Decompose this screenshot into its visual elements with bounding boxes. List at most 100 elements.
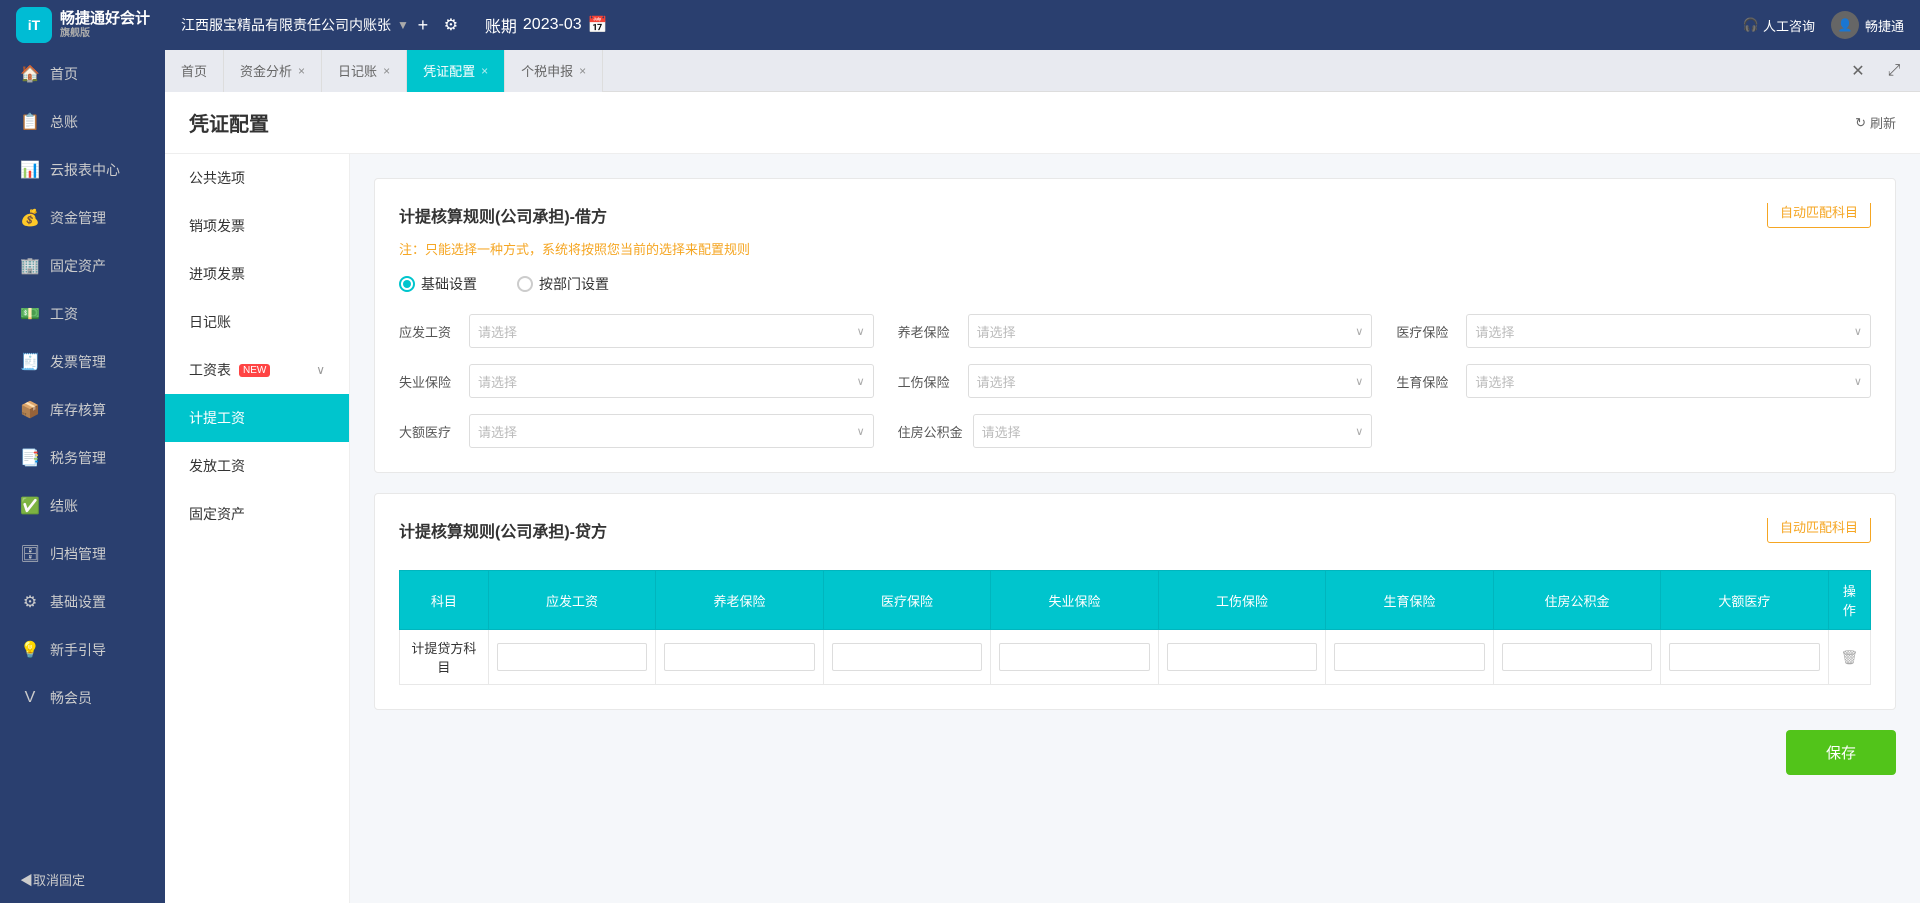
tab-home[interactable]: 首页: [165, 50, 224, 92]
credit-auto-match-button[interactable]: 自动匹配科目: [1767, 518, 1871, 543]
nav-item-fixed-assets[interactable]: 固定资产: [165, 490, 349, 538]
add-tab-button[interactable]: +: [409, 11, 437, 39]
delete-row-button[interactable]: 🗑: [1840, 649, 1858, 665]
refresh-button[interactable]: ↻ 刷新: [1855, 113, 1896, 132]
sidebar-item-settings[interactable]: ⚙ 基础设置: [0, 578, 165, 626]
sidebar-item-assets[interactable]: 🏢 固定资产: [0, 242, 165, 290]
sidebar-item-reports[interactable]: 📊 云报表中心: [0, 146, 165, 194]
input-shengyu[interactable]: [1334, 643, 1484, 671]
user-area[interactable]: 👤 畅捷通: [1831, 11, 1904, 39]
radio-basic-label: 基础设置: [421, 274, 477, 294]
th-shiye: 失业保险: [991, 571, 1158, 630]
td-action: 🗑: [1828, 630, 1870, 685]
company-selector[interactable]: 江西服宝精品有限责任公司内账张 ▼: [181, 15, 409, 35]
sidebar-item-archive[interactable]: 🗄 归档管理: [0, 530, 165, 578]
tab-voucher-close[interactable]: ×: [481, 64, 488, 78]
chevron-down-icon: ∨: [1355, 325, 1363, 338]
select-daeyiliao[interactable]: 请选择 ∨: [469, 414, 874, 448]
input-yanglao[interactable]: [664, 643, 814, 671]
calendar-icon[interactable]: 📅: [588, 15, 608, 35]
sidebar-item-guide[interactable]: 💡 新手引导: [0, 626, 165, 674]
select-yingfa[interactable]: 请选择 ∨: [469, 314, 874, 348]
input-gongshang[interactable]: [1167, 643, 1317, 671]
sidebar-item-ledger[interactable]: 📋 总账: [0, 98, 165, 146]
select-shiye[interactable]: 请选择 ∨: [469, 364, 874, 398]
sidebar-item-inventory[interactable]: 📦 库存核算: [0, 386, 165, 434]
sidebar-item-invoice[interactable]: 🧾 发票管理: [0, 338, 165, 386]
sidebar-item-closing[interactable]: ✅ 结账: [0, 482, 165, 530]
tab-funds-close[interactable]: ×: [298, 64, 305, 78]
sidebar-item-tax[interactable]: 📑 税务管理: [0, 434, 165, 482]
select-gongshang[interactable]: 请选择 ∨: [968, 364, 1373, 398]
nav-label-fixed-assets: 固定资产: [189, 504, 245, 524]
sidebar-label-reports: 云报表中心: [50, 160, 120, 180]
th-subject: 科目: [400, 571, 489, 630]
sidebar-item-funds[interactable]: 💰 资金管理: [0, 194, 165, 242]
sidebar-label-home: 首页: [50, 64, 78, 84]
logo-text: 畅捷通好会计 旗舰版: [60, 10, 150, 40]
tab-funds-label: 资金分析: [240, 61, 292, 80]
debit-auto-match-button[interactable]: 自动匹配科目: [1767, 203, 1871, 228]
placeholder-yanglao: 请选择: [977, 322, 1016, 341]
chevron-down-icon: ∨: [316, 363, 325, 377]
td-yanglao: [656, 630, 823, 685]
tab-tax[interactable]: 个税申报 ×: [505, 50, 603, 92]
input-daeyiliao[interactable]: [1669, 643, 1819, 671]
save-button[interactable]: 保存: [1786, 730, 1896, 775]
select-yiliao[interactable]: 请选择 ∨: [1466, 314, 1871, 348]
sidebar-label-invoice: 发票管理: [50, 352, 106, 372]
expand-button[interactable]: ⤢: [1880, 57, 1908, 85]
radio-group: 基础设置 按部门设置: [399, 274, 1871, 294]
cancel-fixed-label: ◀取消固定: [20, 870, 85, 889]
funds-icon: 💰: [20, 208, 40, 228]
chevron-down-icon: ∨: [1854, 325, 1862, 338]
input-yingfa[interactable]: [497, 643, 647, 671]
nav-item-journal[interactable]: 日记账: [165, 298, 349, 346]
nav-item-sales[interactable]: 销项发票: [165, 202, 349, 250]
radio-basic[interactable]: 基础设置: [399, 274, 477, 294]
tab-funds[interactable]: 资金分析 ×: [224, 50, 322, 92]
sidebar-label-funds: 资金管理: [50, 208, 106, 228]
support-button[interactable]: 🎧 人工咨询: [1743, 16, 1815, 35]
sidebar-label-closing: 结账: [50, 496, 78, 516]
input-yiliao[interactable]: [832, 643, 982, 671]
app-name: 畅捷通好会计: [60, 10, 150, 28]
select-zhufang[interactable]: 请选择 ∨: [973, 414, 1373, 448]
close-tab-button[interactable]: ✕: [1844, 57, 1872, 85]
sidebar-item-salary[interactable]: 💵 工资: [0, 290, 165, 338]
sidebar-item-member[interactable]: V 畅会员: [0, 674, 165, 722]
input-shiye[interactable]: [999, 643, 1149, 671]
nav-item-public[interactable]: 公共选项: [165, 154, 349, 202]
input-zhufang[interactable]: [1502, 643, 1652, 671]
settings-icon[interactable]: ⚙: [437, 11, 465, 39]
label-yingfa: 应发工资: [399, 322, 459, 341]
tab-journal-close[interactable]: ×: [383, 64, 390, 78]
page-header: 凭证配置 ↻ 刷新: [165, 92, 1920, 154]
tab-voucher-label: 凭证配置: [423, 61, 475, 80]
refresh-label: 刷新: [1870, 113, 1896, 132]
cancel-fixed-button[interactable]: ◀取消固定: [0, 856, 165, 903]
nav-item-purchase[interactable]: 进项发票: [165, 250, 349, 298]
td-subject-label: 计提贷方科目: [400, 630, 489, 685]
reports-icon: 📊: [20, 160, 40, 180]
page-title: 凭证配置: [189, 108, 269, 137]
nav-item-payroll-group[interactable]: 工资表 NEW ∨: [165, 346, 349, 394]
chevron-down-icon: ∨: [1355, 375, 1363, 388]
period-value: 2023-03: [523, 16, 582, 34]
placeholder-shiye: 请选择: [478, 372, 517, 391]
tab-journal[interactable]: 日记账 ×: [322, 50, 407, 92]
app-edition: 旗舰版: [60, 28, 150, 40]
tab-voucher[interactable]: 凭证配置 ×: [407, 50, 505, 92]
sidebar-item-home[interactable]: 🏠 首页: [0, 50, 165, 98]
new-badge: NEW: [239, 364, 270, 377]
closing-icon: ✅: [20, 496, 40, 516]
nav-item-payroll-calc[interactable]: 计提工资: [165, 394, 349, 442]
th-gongshang: 工伤保险: [1158, 571, 1325, 630]
refresh-icon: ↻: [1855, 115, 1866, 131]
select-shengyu[interactable]: 请选择 ∨: [1466, 364, 1871, 398]
radio-department[interactable]: 按部门设置: [517, 274, 609, 294]
tab-tax-close[interactable]: ×: [579, 64, 586, 78]
chevron-down-icon: ∨: [1355, 425, 1363, 438]
select-yanglao[interactable]: 请选择 ∨: [968, 314, 1373, 348]
nav-item-payroll-pay[interactable]: 发放工资: [165, 442, 349, 490]
